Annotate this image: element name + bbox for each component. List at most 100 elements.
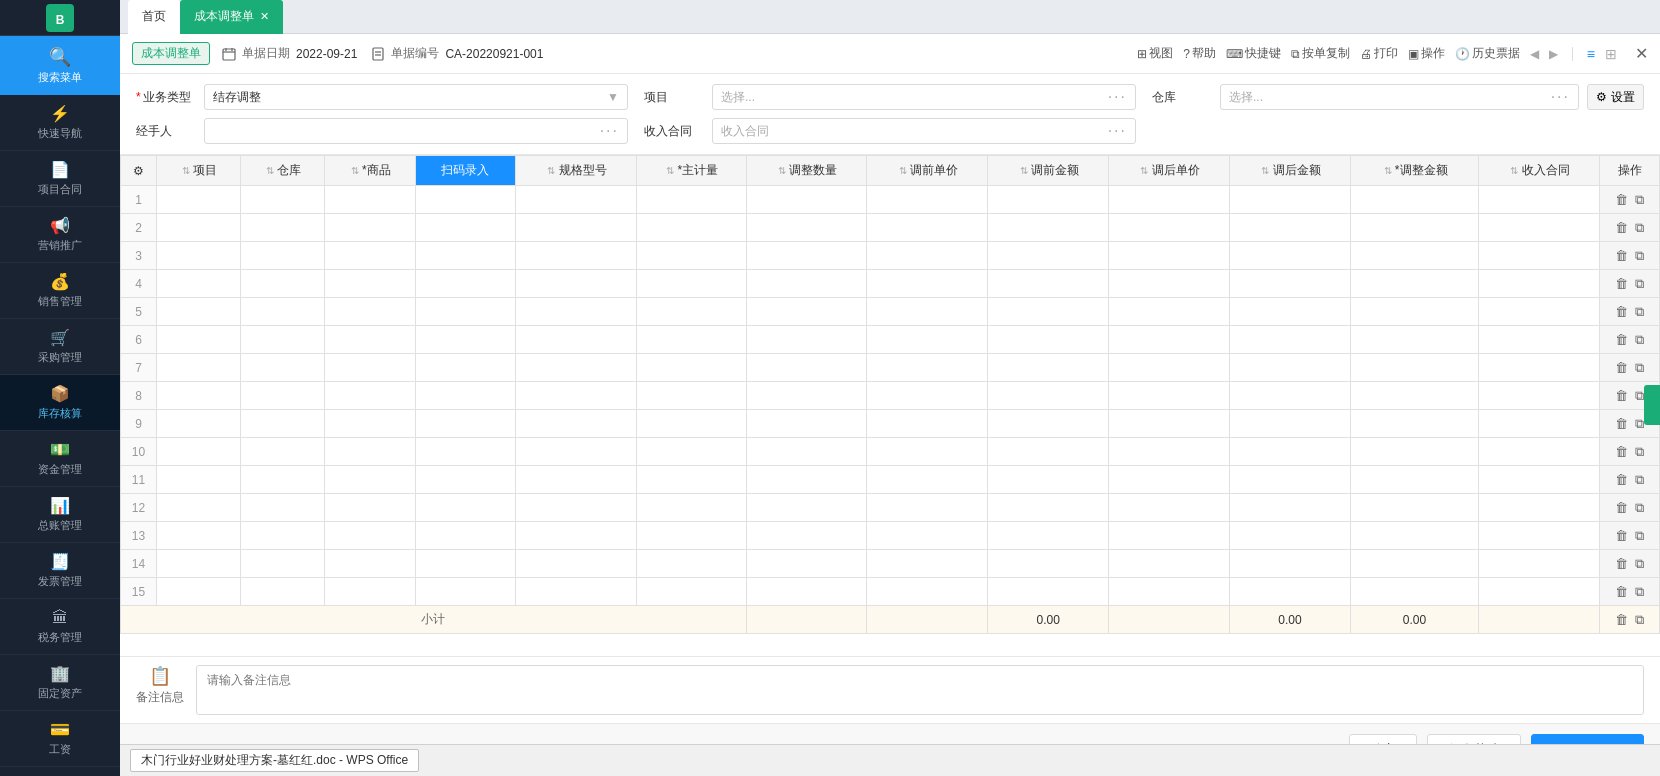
delete-icon-11[interactable]: 🗑 <box>1615 472 1628 487</box>
cell-10-12[interactable] <box>1479 438 1600 466</box>
cell-1-11[interactable] <box>1350 186 1478 214</box>
delete-icon-3[interactable]: 🗑 <box>1615 248 1628 263</box>
sidebar-item-sales-mgmt[interactable]: 💰 销售管理 <box>0 263 120 319</box>
copy-icon-11[interactable]: ⧉ <box>1635 472 1644 487</box>
taskbar-item[interactable]: 木门行业好业财处理方案-墓红红.doc - WPS Office <box>130 749 419 772</box>
copy-icon-10[interactable]: ⧉ <box>1635 444 1644 459</box>
cell-5-10[interactable] <box>1230 298 1351 326</box>
cell-5-9[interactable] <box>1109 298 1230 326</box>
total-copy-icon[interactable]: ⧉ <box>1635 612 1644 627</box>
copy-icon-1[interactable]: ⧉ <box>1635 192 1644 207</box>
cell-3-5[interactable] <box>636 242 746 270</box>
cell-4-2[interactable] <box>324 270 415 298</box>
copy-icon-5[interactable]: ⧉ <box>1635 304 1644 319</box>
cell-3-8[interactable] <box>988 242 1109 270</box>
cell-5-0[interactable] <box>157 298 241 326</box>
cell-15-1[interactable] <box>240 578 324 606</box>
cell-6-9[interactable] <box>1109 326 1230 354</box>
cell-9-6[interactable] <box>746 410 867 438</box>
cell-15-11[interactable] <box>1350 578 1478 606</box>
tab-cost-adjust[interactable]: 成本调整单 ✕ <box>180 0 283 34</box>
cell-6-0[interactable] <box>157 326 241 354</box>
cell-15-9[interactable] <box>1109 578 1230 606</box>
cell-6-12[interactable] <box>1479 326 1600 354</box>
copy-icon-2[interactable]: ⧉ <box>1635 220 1644 235</box>
cell-10-0[interactable] <box>157 438 241 466</box>
sidebar-item-project-contract[interactable]: 📄 项目合同 <box>0 151 120 207</box>
list-view-icon[interactable]: ≡ <box>1587 46 1595 62</box>
th-after-amount[interactable]: ⇅ 调后金额 <box>1230 156 1351 186</box>
cell-9-1[interactable] <box>240 410 324 438</box>
cell-10-7[interactable] <box>867 438 988 466</box>
cell-6-11[interactable] <box>1350 326 1478 354</box>
cell-10-10[interactable] <box>1230 438 1351 466</box>
cell-5-6[interactable] <box>746 298 867 326</box>
batch-edit-action[interactable]: ⧉ 按单复制 <box>1291 45 1350 62</box>
cell-15-4[interactable] <box>516 578 637 606</box>
cell-11-6[interactable] <box>746 466 867 494</box>
cell-11-2[interactable] <box>324 466 415 494</box>
delete-icon-6[interactable]: 🗑 <box>1615 332 1628 347</box>
cell-6-4[interactable] <box>516 326 637 354</box>
ops-action[interactable]: ▣ 操作 <box>1408 45 1445 62</box>
cell-8-2[interactable] <box>324 382 415 410</box>
cell-4-11[interactable] <box>1350 270 1478 298</box>
cell-4-10[interactable] <box>1230 270 1351 298</box>
copy-icon-15[interactable]: ⧉ <box>1635 584 1644 599</box>
delete-icon-13[interactable]: 🗑 <box>1615 528 1628 543</box>
cell-2-3[interactable] <box>415 214 515 242</box>
th-scan[interactable]: 扫码录入 <box>415 156 515 186</box>
th-warehouse[interactable]: ⇅ 仓库 <box>240 156 324 186</box>
cell-2-9[interactable] <box>1109 214 1230 242</box>
cell-1-8[interactable] <box>988 186 1109 214</box>
cell-14-10[interactable] <box>1230 550 1351 578</box>
cell-7-7[interactable] <box>867 354 988 382</box>
delete-icon-2[interactable]: 🗑 <box>1615 220 1628 235</box>
cell-15-8[interactable] <box>988 578 1109 606</box>
cell-12-12[interactable] <box>1479 494 1600 522</box>
cell-11-10[interactable] <box>1230 466 1351 494</box>
cell-3-11[interactable] <box>1350 242 1478 270</box>
delete-icon-7[interactable]: 🗑 <box>1615 360 1628 375</box>
delete-icon-10[interactable]: 🗑 <box>1615 444 1628 459</box>
handler-dots-icon[interactable]: ··· <box>600 122 619 140</box>
cell-4-4[interactable] <box>516 270 637 298</box>
cell-13-5[interactable] <box>636 522 746 550</box>
cell-4-6[interactable] <box>746 270 867 298</box>
cell-14-8[interactable] <box>988 550 1109 578</box>
sidebar-item-sales-promo[interactable]: 📢 营销推广 <box>0 207 120 263</box>
cell-13-3[interactable] <box>415 522 515 550</box>
cell-3-7[interactable] <box>867 242 988 270</box>
cell-4-8[interactable] <box>988 270 1109 298</box>
cell-12-1[interactable] <box>240 494 324 522</box>
cell-5-3[interactable] <box>415 298 515 326</box>
cell-7-2[interactable] <box>324 354 415 382</box>
cell-3-12[interactable] <box>1479 242 1600 270</box>
cell-2-2[interactable] <box>324 214 415 242</box>
print-action[interactable]: 🖨 打印 <box>1360 45 1398 62</box>
cell-12-0[interactable] <box>157 494 241 522</box>
delete-icon-14[interactable]: 🗑 <box>1615 556 1628 571</box>
sidebar-item-ledger-mgmt[interactable]: 📊 总账管理 <box>0 487 120 543</box>
cell-14-5[interactable] <box>636 550 746 578</box>
cell-5-4[interactable] <box>516 298 637 326</box>
cell-9-5[interactable] <box>636 410 746 438</box>
cell-2-10[interactable] <box>1230 214 1351 242</box>
right-indicator[interactable] <box>1644 385 1660 425</box>
cell-11-7[interactable] <box>867 466 988 494</box>
cell-6-6[interactable] <box>746 326 867 354</box>
cell-8-3[interactable] <box>415 382 515 410</box>
cell-6-2[interactable] <box>324 326 415 354</box>
cell-10-1[interactable] <box>240 438 324 466</box>
cell-8-4[interactable] <box>516 382 637 410</box>
cell-4-5[interactable] <box>636 270 746 298</box>
cell-5-5[interactable] <box>636 298 746 326</box>
cell-13-9[interactable] <box>1109 522 1230 550</box>
warehouse-input[interactable]: 选择... ··· <box>1220 84 1579 110</box>
cell-12-7[interactable] <box>867 494 988 522</box>
cell-9-3[interactable] <box>415 410 515 438</box>
cell-15-2[interactable] <box>324 578 415 606</box>
cell-5-2[interactable] <box>324 298 415 326</box>
cell-2-12[interactable] <box>1479 214 1600 242</box>
cell-1-7[interactable] <box>867 186 988 214</box>
